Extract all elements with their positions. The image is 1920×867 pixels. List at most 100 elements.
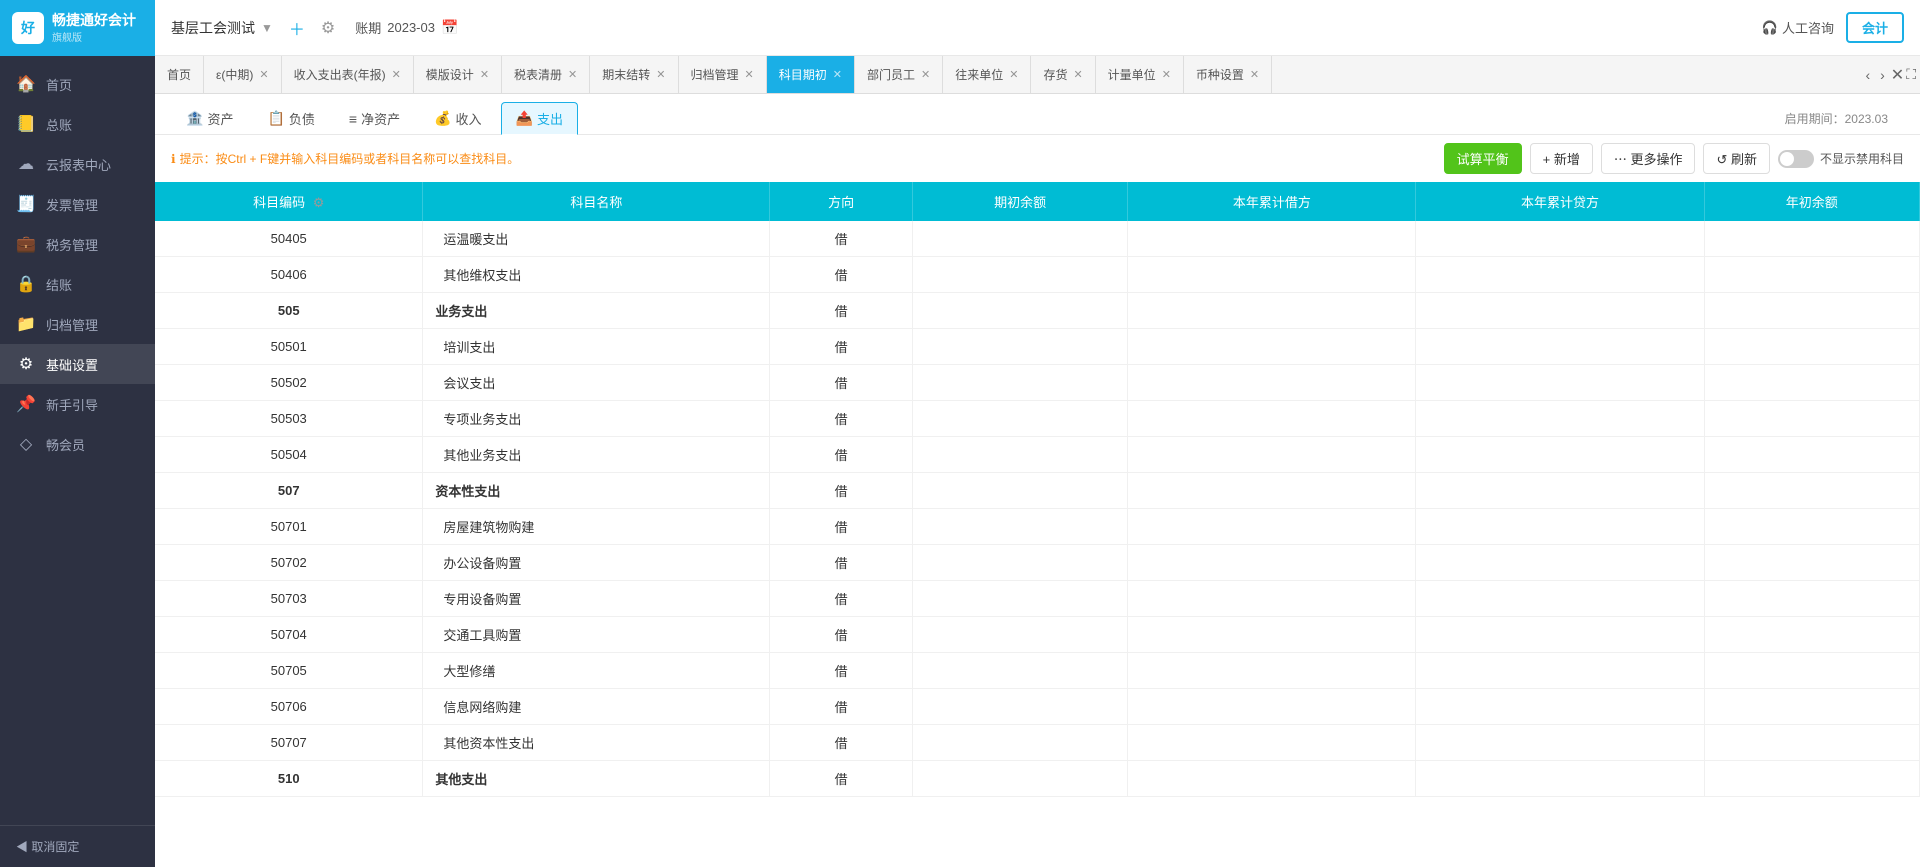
sidebar-item-newbie[interactable]: 📌 新手引导 <box>0 384 155 424</box>
sidebar-item-cloud-report[interactable]: ☁ 云报表中心 <box>0 144 155 184</box>
tab-scroll-left-button[interactable]: ‹ <box>1861 65 1874 85</box>
table-row[interactable]: 50707其他资本性支出借 <box>155 725 1920 761</box>
balance-button[interactable]: 试算平衡 <box>1444 143 1522 174</box>
cell-year-opening <box>1704 401 1919 437</box>
asset-icon: 🏦 <box>186 110 203 127</box>
customer-service-button[interactable]: 🎧 人工咨询 <box>1762 18 1834 37</box>
subjects-table: 科目编码 ⚙ 科目名称 方向 期初余额 本年累计借方 本年累计贷方 年初余额 5… <box>155 182 1920 797</box>
headset-icon: 🎧 <box>1762 20 1778 36</box>
tab-dept[interactable]: 部门员工 ✕ <box>855 56 943 93</box>
table-row[interactable]: 50502会议支出借 <box>155 365 1920 401</box>
tab-close-inventory[interactable]: ✕ <box>1073 68 1082 81</box>
tab-home[interactable]: 首页 <box>155 56 204 93</box>
cell-name: 业务支出 <box>423 293 770 329</box>
tab-close-currency[interactable]: ✕ <box>1250 68 1259 81</box>
logo-sub: 旗舰版 <box>52 29 136 44</box>
table-row[interactable]: 50703专用设备购置借 <box>155 581 1920 617</box>
sidebar-item-invoice[interactable]: 🧾 发票管理 <box>0 184 155 224</box>
tab-close-cashbook[interactable]: ✕ <box>259 68 268 81</box>
subtab-label-expense: 支出 <box>537 109 563 128</box>
tab-label-units-measure: 计量单位 <box>1108 66 1156 83</box>
tab-archive[interactable]: 归档管理 ✕ <box>679 56 767 93</box>
home-icon: 🏠 <box>16 74 36 94</box>
tab-expand-button[interactable]: ⛶ <box>1906 66 1916 83</box>
table-row[interactable]: 507资本性支出借 <box>155 473 1920 509</box>
sidebar-label-tax: 税务管理 <box>46 235 98 254</box>
subtab-net-asset[interactable]: ≡ 净资产 <box>334 102 415 134</box>
table-row[interactable]: 50702办公设备购置借 <box>155 545 1920 581</box>
tab-template[interactable]: 模版设计 ✕ <box>414 56 502 93</box>
subtab-income[interactable]: 💰 收入 <box>419 102 496 134</box>
tab-close-units-measure[interactable]: ✕ <box>1162 68 1171 81</box>
sidebar-item-ledger[interactable]: 📒 总账 <box>0 104 155 144</box>
table-row[interactable]: 50705大型修缮借 <box>155 653 1920 689</box>
table-row[interactable]: 510其他支出借 <box>155 761 1920 797</box>
tab-units[interactable]: 往来单位 ✕ <box>943 56 1031 93</box>
table-row[interactable]: 50504其他业务支出借 <box>155 437 1920 473</box>
cell-direction: 借 <box>770 221 913 257</box>
toggle-switch[interactable] <box>1778 150 1814 168</box>
sidebar-item-member[interactable]: ◇ 畅会员 <box>0 424 155 464</box>
tab-period-end[interactable]: 期末结转 ✕ <box>590 56 678 93</box>
subtab-liability[interactable]: 📋 负债 <box>252 102 329 134</box>
cell-name: 交通工具购置 <box>423 617 770 653</box>
cell-opening-balance <box>912 617 1127 653</box>
company-selector[interactable]: 基层工会测试 ▼ <box>171 18 273 38</box>
warning-icon: ℹ <box>171 152 176 166</box>
sidebar-collapse-button[interactable]: ◀ 取消固定 <box>0 825 155 867</box>
tab-currency[interactable]: 币种设置 ✕ <box>1184 56 1272 93</box>
col-ytd-credit: 本年累计贷方 <box>1416 182 1704 221</box>
tab-units-measure[interactable]: 计量单位 ✕ <box>1096 56 1184 93</box>
cell-direction: 借 <box>770 293 913 329</box>
kuaiji-button[interactable]: 会计 <box>1846 12 1904 43</box>
sidebar-item-tax[interactable]: 💼 税务管理 <box>0 224 155 264</box>
table-row[interactable]: 50706信息网络购建借 <box>155 689 1920 725</box>
table-row[interactable]: 50405运温暖支出借 <box>155 221 1920 257</box>
tab-close-archive[interactable]: ✕ <box>745 68 754 81</box>
add-company-button[interactable]: ＋ <box>285 12 309 44</box>
tab-close-units[interactable]: ✕ <box>1009 68 1018 81</box>
subtab-expense[interactable]: 📤 支出 <box>501 102 578 135</box>
table-row[interactable]: 50704交通工具购置借 <box>155 617 1920 653</box>
expense-icon: 📤 <box>516 110 533 127</box>
tab-close-subject-init[interactable]: ✕ <box>833 68 842 81</box>
table-row[interactable]: 50501培训支出借 <box>155 329 1920 365</box>
subtab-asset[interactable]: 🏦 资产 <box>171 102 248 134</box>
tab-close-dept[interactable]: ✕ <box>921 68 930 81</box>
table-row[interactable]: 50701房屋建筑物购建借 <box>155 509 1920 545</box>
sidebar-item-close[interactable]: 🔒 结账 <box>0 264 155 304</box>
sidebar-item-home[interactable]: 🏠 首页 <box>0 64 155 104</box>
tab-close-period-end[interactable]: ✕ <box>656 68 665 81</box>
cell-name: 培训支出 <box>423 329 770 365</box>
cell-code: 505 <box>155 293 423 329</box>
sidebar-item-basic-settings[interactable]: ⚙ 基础设置 <box>0 344 155 384</box>
cell-opening-balance <box>912 473 1127 509</box>
cell-opening-balance <box>912 581 1127 617</box>
table-row[interactable]: 50406其他维权支出借 <box>155 257 1920 293</box>
refresh-button[interactable]: ↺ 刷新 <box>1703 143 1770 174</box>
tab-tax[interactable]: 税表清册 ✕ <box>502 56 590 93</box>
tab-subject-init[interactable]: 科目期初 ✕ <box>767 56 855 93</box>
tab-cashbook[interactable]: ε(中期) ✕ <box>204 56 282 93</box>
toggle-disabled-subjects[interactable]: 不显示禁用科目 <box>1778 150 1904 168</box>
table-row[interactable]: 505业务支出借 <box>155 293 1920 329</box>
tab-inventory[interactable]: 存货 ✕ <box>1031 56 1095 93</box>
cell-ytd-credit <box>1416 365 1704 401</box>
tab-scroll-right-button[interactable]: › <box>1876 65 1889 85</box>
settings-button[interactable]: ⚙ <box>321 18 335 38</box>
tab-close-all-button[interactable]: ✕ <box>1891 65 1904 85</box>
cell-ytd-credit <box>1416 761 1704 797</box>
table-row[interactable]: 50503专项业务支出借 <box>155 401 1920 437</box>
tab-income-report[interactable]: 收入支出表(年报) ✕ <box>282 56 414 93</box>
tab-close-income-report[interactable]: ✕ <box>392 68 401 81</box>
sidebar-label-archive: 归档管理 <box>46 315 98 334</box>
col-settings-icon[interactable]: ⚙ <box>313 195 325 210</box>
sidebar-item-archive[interactable]: 📁 归档管理 <box>0 304 155 344</box>
cell-direction: 借 <box>770 401 913 437</box>
more-actions-button[interactable]: ⋯ 更多操作 <box>1601 143 1696 174</box>
calendar-icon[interactable]: 📅 <box>441 19 458 36</box>
cell-year-opening <box>1704 329 1919 365</box>
tab-close-template[interactable]: ✕ <box>480 68 489 81</box>
tab-close-tax[interactable]: ✕ <box>568 68 577 81</box>
add-button[interactable]: + 新增 <box>1530 143 1593 174</box>
